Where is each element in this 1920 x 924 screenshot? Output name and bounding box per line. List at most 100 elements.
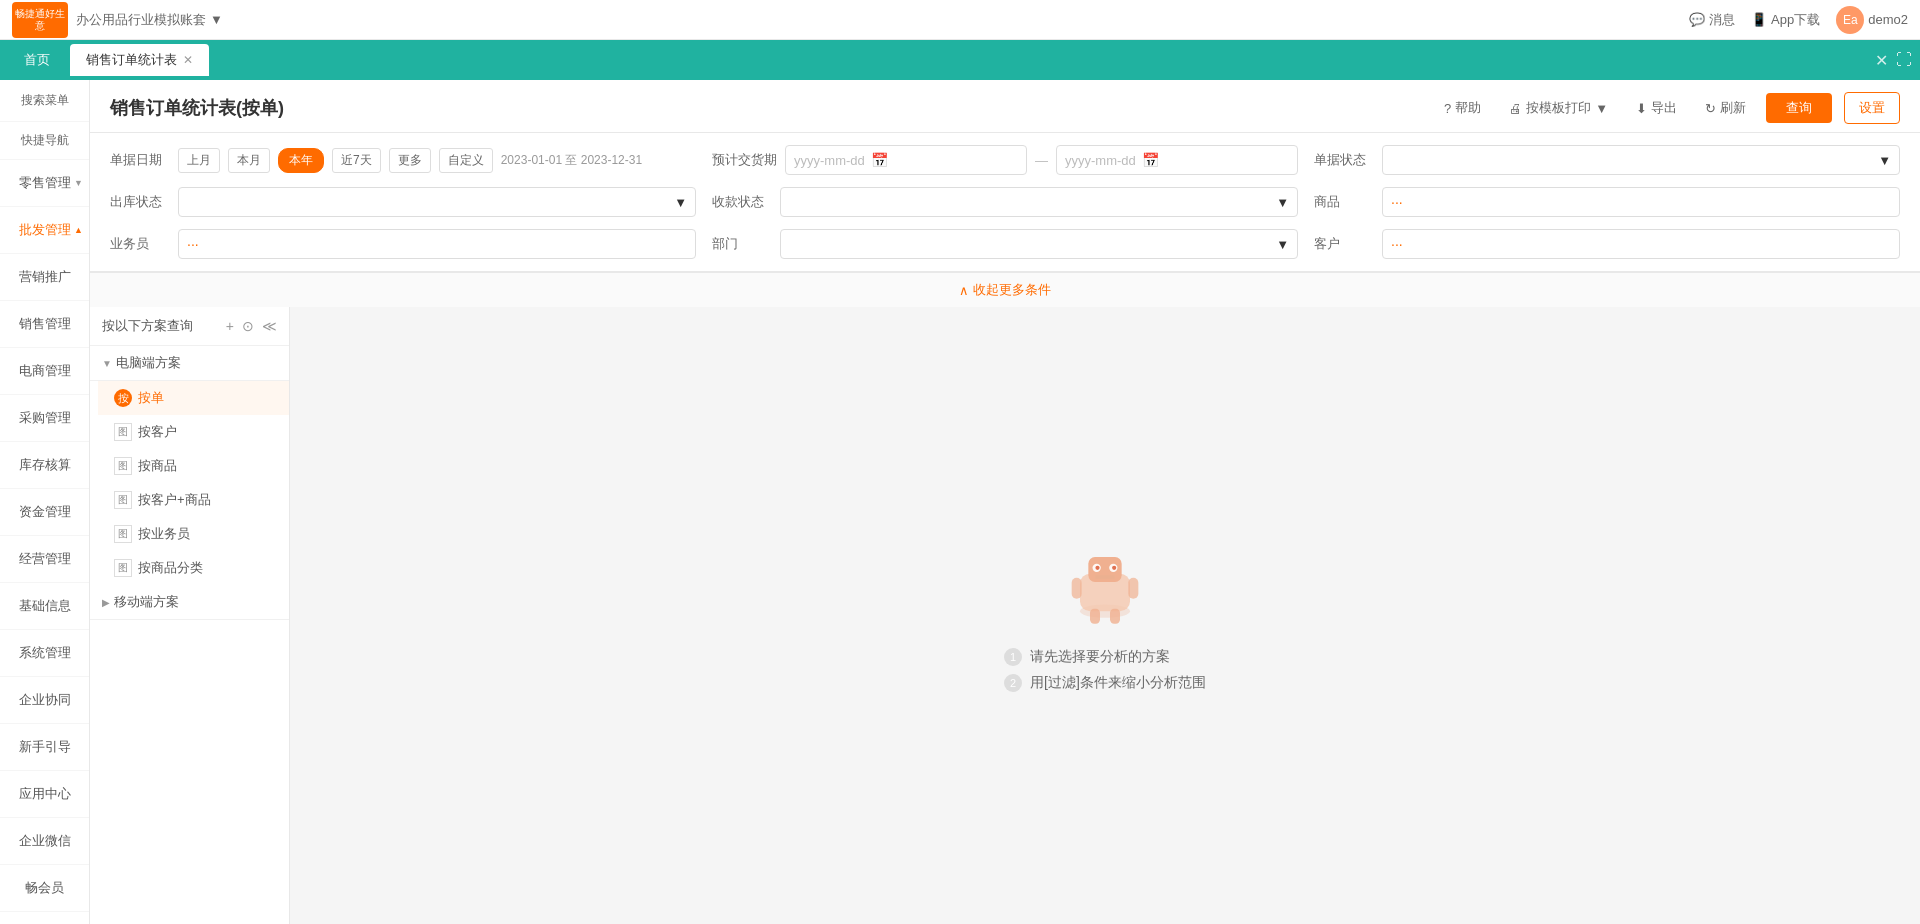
date-btn-7days[interactable]: 近7天 [332,148,381,173]
scheme-item-by-salesman[interactable]: 图 按业务员 [98,517,289,551]
message-btn[interactable]: 💬 消息 [1689,11,1735,29]
sidebar-item-system[interactable]: 系统管理 [0,630,89,677]
svg-rect-9 [1128,577,1138,598]
calendar-icon-1[interactable]: 📅 [871,152,888,168]
print-label: 按模板打印 [1526,99,1591,117]
left-panel-icons: + ⊙ ≪ [226,318,277,334]
sidebar-item-basic[interactable]: 基础信息 [0,583,89,630]
out-status-label: 出库状态 [110,193,170,211]
scheme-label-by-cust-prod: 按客户+商品 [138,491,211,509]
scheme-item-by-order[interactable]: 按 按单 [98,381,289,415]
sidebar-item-ecommerce[interactable]: 电商管理 [0,348,89,395]
breadcrumb[interactable]: 办公用品行业模拟账套 ▼ [76,11,223,29]
message-icon: 💬 [1689,12,1705,27]
sidebar-search[interactable]: 搜索菜单 [0,80,89,122]
sidebar-item-sales[interactable]: 销售管理 [0,301,89,348]
date-btn-custom[interactable]: 自定义 [439,148,493,173]
query-button[interactable]: 查询 [1766,93,1832,123]
tab-close-icon[interactable]: ✕ [183,53,193,67]
tab-home-label: 首页 [24,51,50,69]
scheme-label-by-order: 按单 [138,389,164,407]
sidebar-item-apps[interactable]: 应用中心 [0,771,89,818]
setting-button[interactable]: 设置 [1844,92,1900,124]
empty-illustration [1055,532,1155,632]
customer-ellipsis-icon[interactable]: ··· [1391,236,1403,252]
expand-tab-btn[interactable]: ⛶ [1896,51,1912,70]
print-icon: 🖨 [1509,101,1522,116]
message-label: 消息 [1709,11,1735,29]
app-download-btn[interactable]: 📱 App下载 [1751,11,1820,29]
salesman-ellipsis-icon[interactable]: ··· [187,236,199,252]
sidebar-item-marketing[interactable]: 营销推广 [0,254,89,301]
scheme-item-by-customer[interactable]: 图 按客户 [98,415,289,449]
out-status-select[interactable]: ▼ [178,187,696,217]
scheme-group-mobile[interactable]: ▶ 移动端方案 [90,585,289,620]
sidebar: 搜索菜单 快捷导航 零售管理 批发管理 营销推广 销售管理 电商管理 采购管理 … [0,80,90,924]
filter-row-3: 业务员 ··· 部门 ▼ 客户 ··· [110,229,1900,259]
date-btn-this-year[interactable]: 本年 [278,148,324,173]
tab-sales-stat[interactable]: 销售订单统计表 ✕ [70,44,209,76]
calendar-icon-2[interactable]: 📅 [1142,152,1159,168]
sidebar-item-finance[interactable]: 资金管理 [0,489,89,536]
close-tab-btn[interactable]: ✕ [1875,51,1888,70]
filter-row-2: 出库状态 ▼ 收款状态 ▼ 商品 ··· [110,187,1900,217]
sidebar-item-operation[interactable]: 经营管理 [0,536,89,583]
collapse-arrow-icon: ∧ [959,283,969,298]
salesman-input[interactable]: ··· [178,229,696,259]
product-input[interactable]: ··· [1382,187,1900,217]
left-panel-title: 按以下方案查询 [102,317,193,335]
sidebar-item-enterprise[interactable]: 企业协同 [0,677,89,724]
sidebar-item-wechat[interactable]: 企业微信 [0,818,89,865]
date-placeholder-2: yyyy-mm-dd [1065,153,1136,168]
dept-select[interactable]: ▼ [780,229,1298,259]
print-arrow-icon: ▼ [1595,101,1608,116]
customer-input[interactable]: ··· [1382,229,1900,259]
product-ellipsis-icon[interactable]: ··· [1391,194,1403,210]
sidebar-item-newuser[interactable]: 新手引导 [0,724,89,771]
doc-status-label: 单据状态 [1314,151,1374,169]
content: 销售订单统计表(按单) ? 帮助 🖨 按模板打印 ▼ ⬇ 导出 ↻ 刷新 [90,80,1920,924]
doc-status-select[interactable]: ▼ [1382,145,1900,175]
tab-home[interactable]: 首页 [8,44,66,76]
receipt-status-select[interactable]: ▼ [780,187,1298,217]
svg-rect-10 [1090,608,1100,623]
scheme-item-by-product[interactable]: 图 按商品 [98,449,289,483]
collapse-panel-icon[interactable]: ≪ [262,318,277,334]
scheme-icon-sq-category: 图 [114,559,132,577]
date-btn-last-month[interactable]: 上月 [178,148,220,173]
scheme-group-pc[interactable]: ▼ 电脑端方案 [90,346,289,381]
expected-date-end[interactable]: yyyy-mm-dd 📅 [1056,145,1298,175]
scheme-item-by-category[interactable]: 图 按商品分类 [98,551,289,585]
expected-date-start[interactable]: yyyy-mm-dd 📅 [785,145,1027,175]
user-menu[interactable]: Ea demo2 [1836,6,1908,34]
sidebar-item-retail[interactable]: 零售管理 [0,160,89,207]
scheme-item-by-cust-prod[interactable]: 图 按客户+商品 [98,483,289,517]
dept-label: 部门 [712,235,772,253]
refresh-btn[interactable]: ↻ 刷新 [1697,95,1754,121]
sidebar-nav[interactable]: 快捷导航 [0,122,89,160]
date-btn-more[interactable]: 更多 [389,148,431,173]
sidebar-item-member[interactable]: 畅会员 [0,865,89,912]
print-btn[interactable]: 🖨 按模板打印 ▼ [1501,95,1616,121]
scheme-label-by-salesman: 按业务员 [138,525,190,543]
filter-out-status-col: 出库状态 ▼ [110,187,696,217]
body-layout: 按以下方案查询 + ⊙ ≪ ▼ 电脑端方案 按 按单 [90,307,1920,924]
scheme-icon-sq-salesman: 图 [114,525,132,543]
collapse-filter-btn[interactable]: ∧ 收起更多条件 [90,272,1920,307]
expected-date-label: 预计交货期 [712,151,777,169]
date-btn-this-month[interactable]: 本月 [228,148,270,173]
settings-scheme-icon[interactable]: ⊙ [242,318,254,334]
add-scheme-icon[interactable]: + [226,318,234,334]
help-btn[interactable]: ? 帮助 [1436,95,1489,121]
export-btn[interactable]: ⬇ 导出 [1628,95,1685,121]
left-panel-header: 按以下方案查询 + ⊙ ≪ [90,307,289,346]
sidebar-item-inventory[interactable]: 库存核算 [0,442,89,489]
salesman-label: 业务员 [110,235,170,253]
breadcrumb-text: 办公用品行业模拟账套 [76,11,206,29]
receipt-status-label: 收款状态 [712,193,772,211]
sidebar-item-wholesale[interactable]: 批发管理 [0,207,89,254]
logo-text: 畅捷通好生意 [12,8,68,32]
refresh-label: 刷新 [1720,99,1746,117]
sidebar-item-purchase[interactable]: 采购管理 [0,395,89,442]
empty-tips: 1 请先选择要分析的方案 2 用[过滤]条件来缩小分析范围 [1004,648,1206,700]
